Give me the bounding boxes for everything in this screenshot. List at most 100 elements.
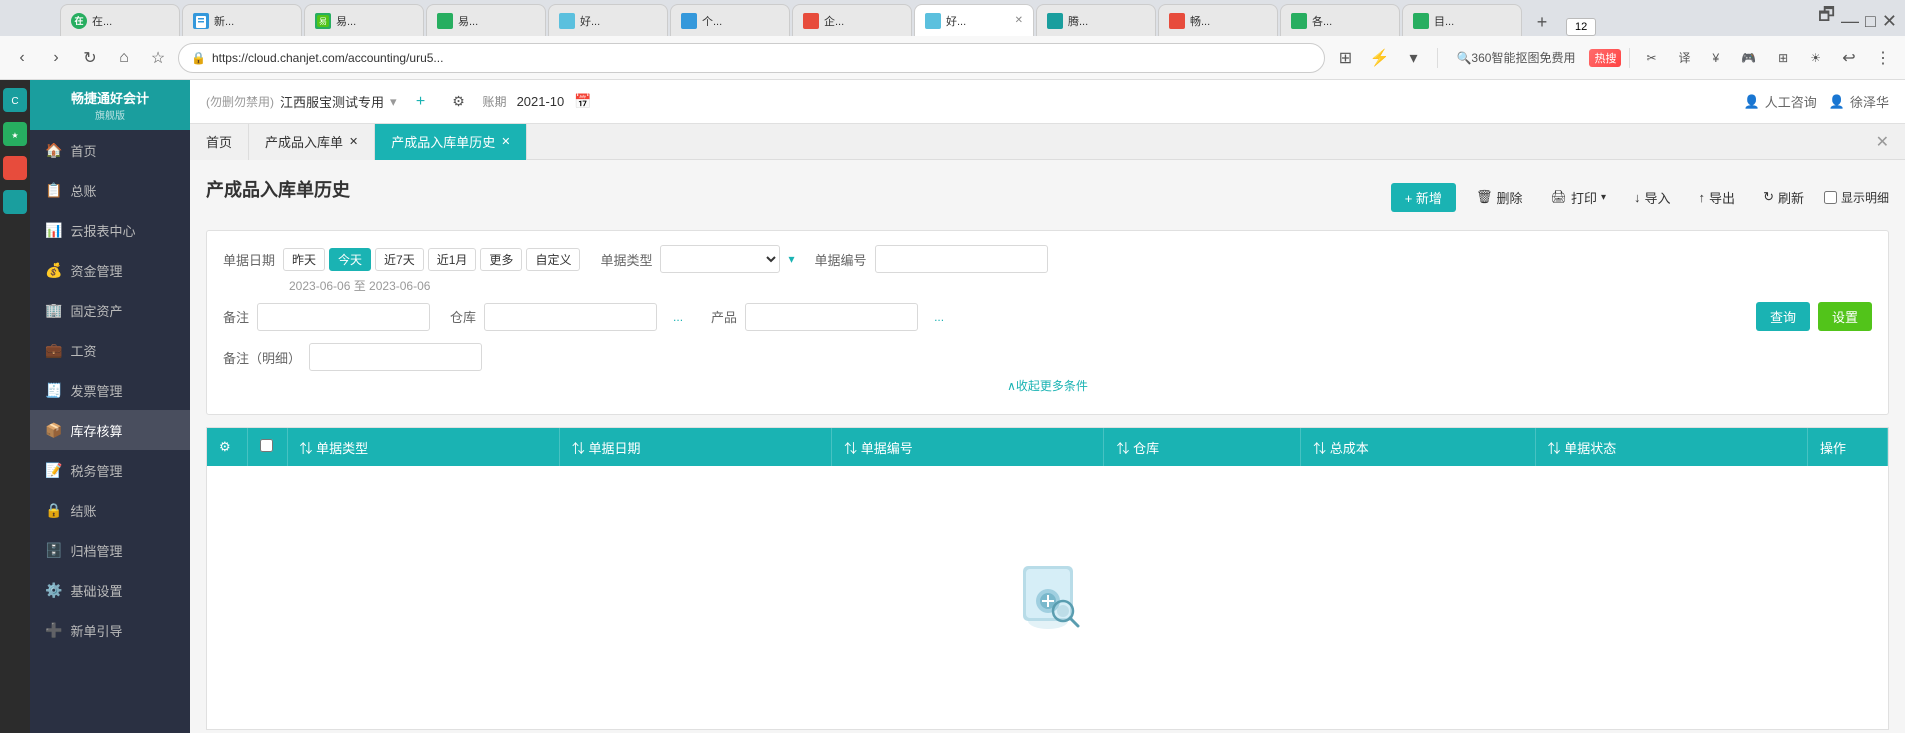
- add-company-button[interactable]: +: [407, 88, 435, 116]
- show-detail-checkbox[interactable]: [1824, 191, 1837, 204]
- type-filter-select[interactable]: [660, 245, 780, 273]
- note-filter-input[interactable]: [257, 303, 430, 331]
- col-date-header[interactable]: ⇅ 单据日期: [559, 428, 831, 466]
- page-tab-list-close[interactable]: ✕: [349, 135, 358, 148]
- back-button[interactable]: ‹: [8, 44, 36, 72]
- cut-tool[interactable]: ✂: [1638, 45, 1664, 71]
- tab-ge[interactable]: 个...: [670, 4, 790, 36]
- undo-button[interactable]: ↩: [1835, 44, 1863, 72]
- tab-zaizai[interactable]: 在 在...: [60, 4, 180, 36]
- date-btn-1month[interactable]: 近1月: [428, 248, 477, 271]
- tab-new[interactable]: 新...: [182, 4, 302, 36]
- grid-tool[interactable]: ⊞: [1770, 45, 1796, 71]
- address-bar[interactable]: 🔒 https://cloud.chanjet.com/accounting/u…: [178, 43, 1325, 73]
- collapse-bar[interactable]: ∧ 收起更多条件: [223, 371, 1872, 400]
- company-selector[interactable]: (勿删勿禁用) 江西服宝测试专用 ▾: [206, 92, 397, 111]
- page-tab-list[interactable]: 产成品入库单 ✕: [249, 124, 375, 160]
- sidebar-item-settings[interactable]: ⚙️ 基础设置: [30, 570, 190, 610]
- query-button[interactable]: 查询: [1756, 302, 1810, 331]
- number-filter-input[interactable]: [875, 245, 1048, 273]
- tab-mu[interactable]: 目...: [1402, 4, 1522, 36]
- company-settings-button[interactable]: ⚙: [445, 88, 473, 116]
- col-number-header[interactable]: ⇅ 单据编号: [832, 428, 1104, 466]
- maximize-button[interactable]: □: [1865, 11, 1876, 32]
- yuan-tool[interactable]: ¥: [1705, 45, 1728, 71]
- col-warehouse-header[interactable]: ⇅ 仓库: [1104, 428, 1301, 466]
- sun-tool[interactable]: ☀: [1802, 45, 1829, 71]
- sidebar-item-tax[interactable]: 📝 税务管理: [30, 450, 190, 490]
- sidebar-item-funds[interactable]: 💰 资金管理: [30, 250, 190, 290]
- date-btn-today[interactable]: 今天: [329, 248, 371, 271]
- app-icon-3[interactable]: [3, 156, 27, 180]
- export-button[interactable]: ↑ 导出: [1691, 184, 1744, 211]
- restore-window-button[interactable]: 🗗: [1818, 2, 1835, 32]
- translate-tool[interactable]: 译: [1671, 45, 1699, 71]
- refresh-button[interactable]: ↻: [76, 44, 104, 72]
- page-tab-history[interactable]: 产成品入库单历史 ✕: [375, 124, 527, 160]
- sidebar-item-fixed[interactable]: 🏢 固定资产: [30, 290, 190, 330]
- lightning-button[interactable]: ⚡: [1365, 44, 1393, 72]
- warehouse-filter-input[interactable]: [484, 303, 657, 331]
- user-avatar[interactable]: 👤 徐泽华: [1829, 92, 1889, 111]
- tab-qi[interactable]: 企...: [792, 4, 912, 36]
- col-type-header[interactable]: ⇅ 单据类型: [287, 428, 559, 466]
- new-tab-button[interactable]: +: [1528, 8, 1556, 36]
- sidebar-item-archive[interactable]: 🗄️ 归档管理: [30, 530, 190, 570]
- tab-yi2[interactable]: 易...: [426, 4, 546, 36]
- changjie-icon[interactable]: C: [3, 88, 27, 112]
- period-edit-icon[interactable]: 📅: [574, 93, 591, 110]
- minimize-button[interactable]: —: [1841, 11, 1859, 32]
- app-icon-2[interactable]: ★: [3, 122, 27, 146]
- col-gear-header[interactable]: ⚙: [207, 428, 247, 466]
- search-tool[interactable]: 🔍 360智能抠图免费用: [1448, 45, 1583, 71]
- tab-yi1[interactable]: 易 易...: [304, 4, 424, 36]
- forward-button[interactable]: ›: [42, 44, 70, 72]
- panel-close-button[interactable]: ✕: [1876, 132, 1889, 152]
- col-cost-header[interactable]: ⇅ 总成本: [1301, 428, 1536, 466]
- page-tab-history-close[interactable]: ✕: [501, 135, 510, 148]
- date-btn-7days[interactable]: 近7天: [375, 248, 424, 271]
- settings-menu-button[interactable]: ⋮: [1869, 44, 1897, 72]
- app-icon-4[interactable]: [3, 190, 27, 214]
- tab-chang[interactable]: 畅...: [1158, 4, 1278, 36]
- import-button[interactable]: ↓ 导入: [1626, 184, 1679, 211]
- home-button[interactable]: ⌂: [110, 44, 138, 72]
- tab-close-8[interactable]: ✕: [1015, 15, 1023, 26]
- sidebar-item-ledger[interactable]: 📋 总账: [30, 170, 190, 210]
- date-btn-more[interactable]: 更多: [480, 248, 522, 271]
- setting-button[interactable]: 设置: [1818, 302, 1872, 331]
- add-button[interactable]: + 新增: [1391, 183, 1456, 212]
- sidebar-item-checkout[interactable]: 🔒 结账: [30, 490, 190, 530]
- type-dropdown-icon[interactable]: ▾: [788, 252, 794, 266]
- warehouse-ellipsis-btn[interactable]: ...: [665, 310, 691, 324]
- dropdown-button[interactable]: ▾: [1399, 44, 1427, 72]
- game-tool[interactable]: 🎮: [1733, 45, 1764, 71]
- sidebar-item-home[interactable]: 🏠 首页: [30, 130, 190, 170]
- user-service-button[interactable]: 👤 人工咨询: [1744, 92, 1817, 111]
- sidebar-item-inventory[interactable]: 📦 库存核算: [30, 410, 190, 450]
- col-checkbox-header[interactable]: [247, 428, 287, 466]
- close-window-button[interactable]: ✕: [1882, 11, 1897, 32]
- select-all-checkbox[interactable]: [260, 439, 273, 452]
- product-filter-input[interactable]: [745, 303, 918, 331]
- tab-ge2[interactable]: 各...: [1280, 4, 1400, 36]
- sidebar-item-invoice[interactable]: 🧾 发票管理: [30, 370, 190, 410]
- tab-hao2[interactable]: 好... ✕: [914, 4, 1034, 36]
- detail-note-input[interactable]: [309, 343, 482, 371]
- sidebar-item-report[interactable]: 📊 云报表中心: [30, 210, 190, 250]
- col-status-header[interactable]: ⇅ 单据状态: [1535, 428, 1807, 466]
- show-detail-toggle[interactable]: 显示明细: [1824, 189, 1889, 206]
- tab-teng[interactable]: 腾...: [1036, 4, 1156, 36]
- refresh-page-button[interactable]: ↻ 刷新: [1755, 184, 1812, 211]
- tab-hao1[interactable]: 好...: [548, 4, 668, 36]
- product-ellipsis-btn[interactable]: ...: [926, 310, 952, 324]
- date-btn-custom[interactable]: 自定义: [526, 248, 580, 271]
- print-button[interactable]: 🖨 打印 ▾: [1542, 184, 1614, 211]
- delete-button[interactable]: 🗑 删除: [1468, 184, 1531, 211]
- page-tab-home[interactable]: 首页: [190, 124, 249, 160]
- sidebar-item-newbill[interactable]: ➕ 新单引导: [30, 610, 190, 650]
- extensions-button[interactable]: ⊞: [1331, 44, 1359, 72]
- sidebar-item-salary[interactable]: 💼 工资: [30, 330, 190, 370]
- date-btn-yesterday[interactable]: 昨天: [283, 248, 325, 271]
- bookmark-button[interactable]: ☆: [144, 44, 172, 72]
